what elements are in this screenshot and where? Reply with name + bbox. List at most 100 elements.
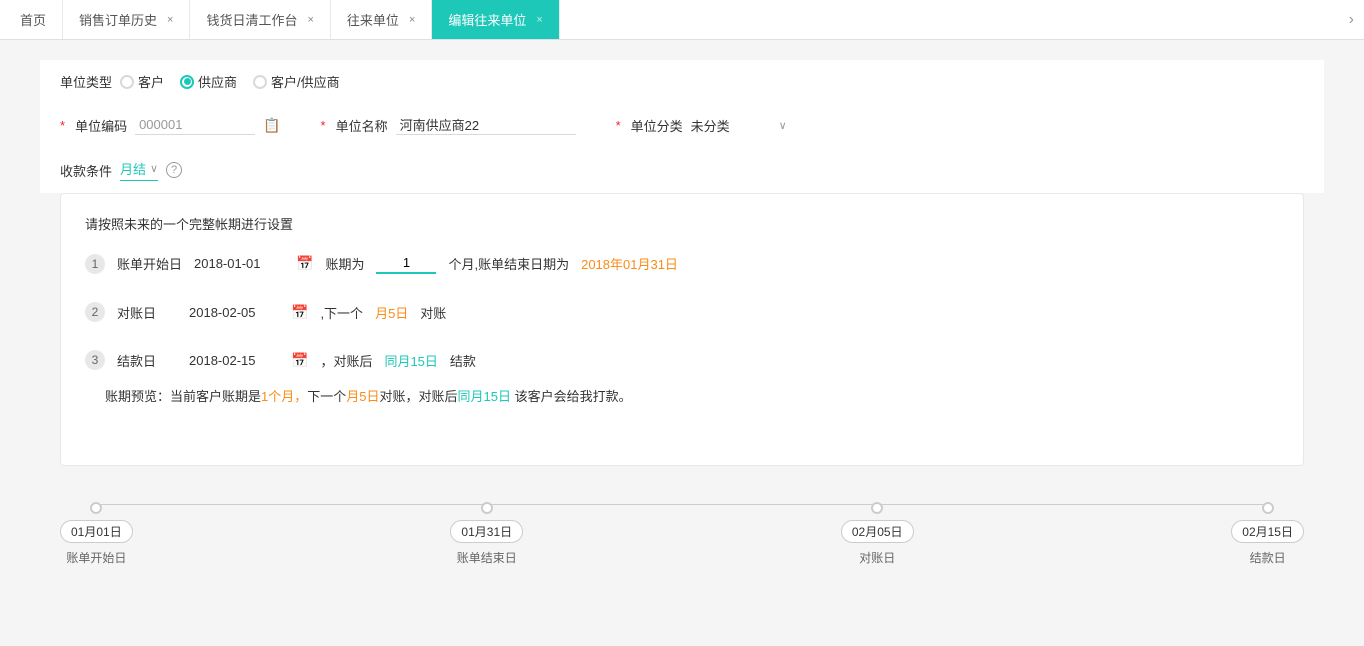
unit-category-field: * 单位分类 未分类 ∨ — [616, 116, 787, 135]
point-dot-1 — [90, 502, 102, 514]
row-num-2: 2 — [85, 302, 105, 322]
tab-sales-history-close[interactable]: × — [167, 14, 173, 26]
tab-home-label: 首页 — [20, 10, 46, 29]
row-desc-2-before: ,下一个 — [320, 303, 363, 322]
row-period-label: 账期为 — [325, 254, 364, 273]
tab-edit-partner-label: 编辑往来单位 — [448, 10, 526, 29]
timeline-row-1: 1 账单开始日 2018-01-01 📅 账期为 个月,账单结束日期为 2018… — [85, 253, 1279, 274]
unit-category-star: * — [616, 118, 621, 133]
row-label-2: 对账日 — [117, 303, 177, 322]
preview-mid1: 下一个 — [307, 389, 346, 404]
row-desc-2-highlight: 月5日 — [375, 303, 408, 322]
row-label-3: 结款日 — [117, 351, 177, 370]
row-desc-3-after: 结款 — [450, 351, 476, 370]
tab-bar: 首页 销售订单历史 × 钱货日清工作台 × 往来单位 × 编辑往来单位 × › — [0, 0, 1364, 40]
timeline-row-3: 3 结款日 2018-02-15 📅 ，对账后 同月15日 结款 — [85, 350, 1279, 370]
radio-customer-circle — [120, 75, 134, 89]
payment-terms-label: 收款条件 — [60, 161, 112, 180]
unit-category-label: 单位分类 — [631, 116, 683, 135]
point-dot-2 — [481, 502, 493, 514]
timeline-point-2: 01月31日 账单结束日 — [450, 492, 523, 566]
radio-customer[interactable]: 客户 — [120, 72, 164, 91]
point-box-3: 02月05日 — [841, 520, 914, 543]
radio-supplier[interactable]: 供应商 — [180, 72, 237, 91]
preview-mid2: 对账，对账后 — [380, 389, 458, 404]
timeline-point-3: 02月05日 对账日 — [841, 492, 914, 566]
unit-name-input[interactable] — [396, 115, 576, 135]
row-desc-3-highlight: 同月15日 — [384, 351, 437, 370]
unit-code-field: * 单位编码 📋 — [60, 115, 281, 135]
preview-prefix: 账期预览：当前客户账期是 — [105, 389, 261, 404]
payment-terms-field: 收款条件 月结 ∨ ? — [60, 159, 182, 181]
timeline-point-1: 01月01日 账单开始日 — [60, 492, 133, 566]
timeline-row-2: 2 对账日 2018-02-05 📅 ,下一个 月5日 对账 — [85, 302, 1279, 322]
unit-code-input[interactable] — [135, 115, 255, 135]
timeline-rows: 1 账单开始日 2018-01-01 📅 账期为 个月,账单结束日期为 2018… — [85, 253, 1279, 370]
timeline-chart: 01月01日 账单开始日 01月31日 账单结束日 02月05日 对账日 02月… — [60, 482, 1304, 606]
point-box-4: 02月15日 — [1231, 520, 1304, 543]
calendar-icon-1[interactable]: 📅 — [296, 255, 313, 272]
form-row-unit-type: 单位类型 客户 供应商 客户/供应商 — [40, 60, 1324, 103]
radio-both[interactable]: 客户/供应商 — [253, 72, 340, 91]
form-section: 单位类型 客户 供应商 客户/供应商 — [40, 60, 1324, 193]
card-title: 请按照未来的一个完整帐期进行设置 — [85, 214, 1279, 233]
row-desc-3-before: ，对账后 — [320, 351, 372, 370]
preview-text: 账期预览：当前客户账期是1个月，下一个月5日对账，对账后同月15日 该客户会给我… — [105, 386, 1259, 405]
point-label-1: 账单开始日 — [66, 549, 126, 566]
unit-category-dropdown[interactable]: 未分类 ∨ — [691, 116, 787, 135]
period-input[interactable] — [376, 253, 436, 274]
row-date-2: 2018-02-05 — [189, 305, 279, 320]
payment-terms-value: 月结 — [120, 159, 146, 178]
unit-type-field: 单位类型 客户 供应商 客户/供应商 — [60, 72, 340, 91]
point-label-4: 结款日 — [1250, 549, 1286, 566]
point-label-3: 对账日 — [859, 549, 895, 566]
main-content: 单位类型 客户 供应商 客户/供应商 — [0, 40, 1364, 646]
radio-supplier-label: 供应商 — [198, 72, 237, 91]
tab-partner-label: 往来单位 — [347, 10, 399, 29]
tab-more-button[interactable]: › — [1339, 11, 1364, 29]
row-label-1: 账单开始日 — [117, 254, 182, 273]
help-icon[interactable]: ? — [166, 162, 182, 178]
preview-suffix: 该客户会给我打款。 — [515, 389, 632, 404]
form-row-payment: 收款条件 月结 ∨ ? — [40, 147, 1324, 193]
tab-cash-desk-close[interactable]: × — [307, 14, 313, 26]
preview-hl3: 同月15日 — [458, 389, 511, 404]
row-num-1: 1 — [85, 254, 105, 274]
calendar-icon-3[interactable]: 📅 — [291, 352, 308, 369]
unit-name-label: 单位名称 — [336, 116, 388, 135]
tab-partner[interactable]: 往来单位 × — [331, 0, 432, 39]
tab-edit-partner-close[interactable]: × — [536, 14, 542, 26]
row-date-3: 2018-02-15 — [189, 353, 279, 368]
point-box-2: 01月31日 — [450, 520, 523, 543]
unit-type-label: 单位类型 — [60, 72, 112, 91]
timeline-point-4: 02月15日 结款日 — [1231, 492, 1304, 566]
radio-both-circle — [253, 75, 267, 89]
tab-cash-desk-label: 钱货日清工作台 — [206, 10, 297, 29]
copy-icon[interactable]: 📋 — [263, 117, 280, 134]
row-period-unit: 个月,账单结束日期为 — [448, 254, 569, 273]
calendar-icon-2[interactable]: 📅 — [291, 304, 308, 321]
preview-hl1: 1个月， — [261, 389, 307, 404]
row-desc-2-after: 对账 — [420, 303, 446, 322]
preview-section: 账期预览：当前客户账期是1个月，下一个月5日对账，对账后同月15日 该客户会给我… — [85, 370, 1279, 445]
payment-terms-select[interactable]: 月结 ∨ — [120, 159, 158, 181]
tab-sales-history[interactable]: 销售订单历史 × — [63, 0, 190, 39]
form-row-codes: * 单位编码 📋 * 单位名称 * 单位分类 未分类 ∨ — [40, 103, 1324, 147]
point-box-1: 01月01日 — [60, 520, 133, 543]
payment-terms-chevron-icon: ∨ — [150, 162, 158, 175]
tab-partner-close[interactable]: × — [409, 14, 415, 26]
unit-code-label: 单位编码 — [75, 116, 127, 135]
inner-card: 请按照未来的一个完整帐期进行设置 1 账单开始日 2018-01-01 📅 账期… — [60, 193, 1304, 466]
row-num-3: 3 — [85, 350, 105, 370]
tab-edit-partner[interactable]: 编辑往来单位 × — [432, 0, 559, 39]
unit-name-field: * 单位名称 — [321, 115, 576, 135]
point-dot-3 — [871, 502, 883, 514]
tab-home[interactable]: 首页 — [0, 0, 63, 39]
radio-both-label: 客户/供应商 — [271, 72, 340, 91]
unit-name-star: * — [321, 118, 326, 133]
chevron-down-icon: ∨ — [779, 119, 787, 132]
row-date-1: 2018-01-01 — [194, 256, 284, 271]
tab-cash-desk[interactable]: 钱货日清工作台 × — [190, 0, 330, 39]
tab-sales-history-label: 销售订单历史 — [79, 10, 157, 29]
unit-code-star: * — [60, 118, 65, 133]
